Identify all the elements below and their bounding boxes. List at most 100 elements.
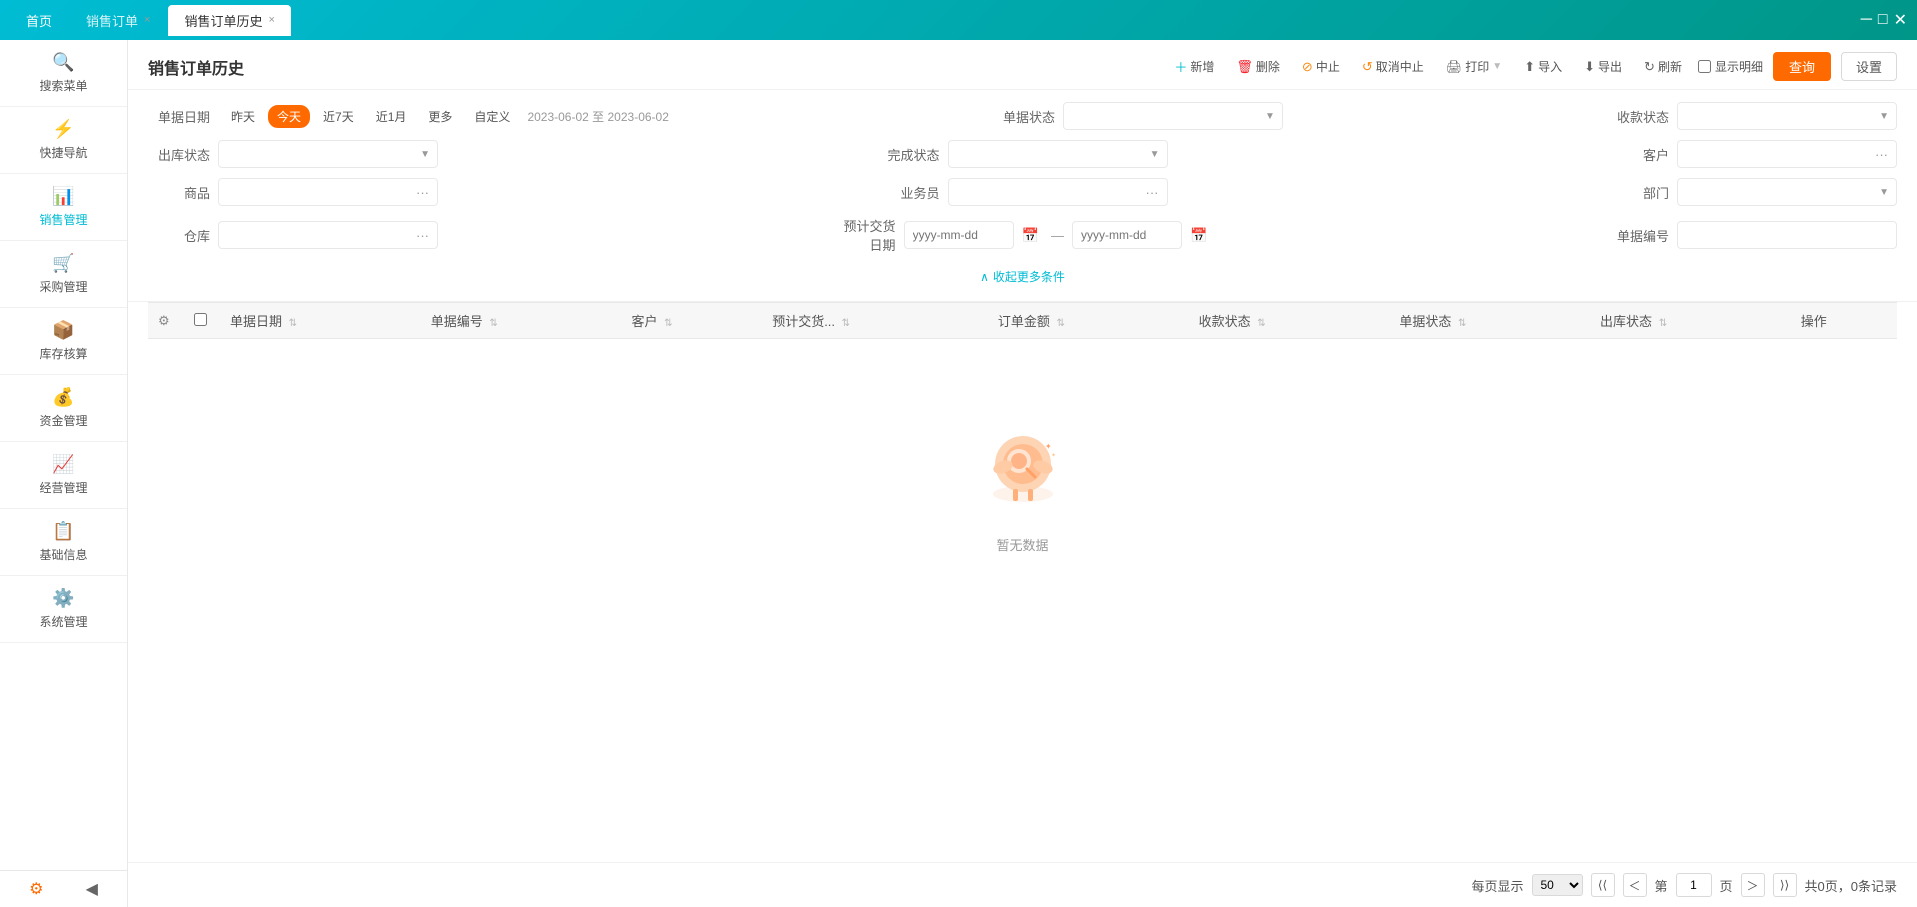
sidebar-collapse-icon[interactable]: ◀ bbox=[86, 879, 98, 899]
sidebar-item-inventory[interactable]: 📦 库存核算 bbox=[0, 308, 127, 375]
prev-page-btn[interactable]: ＜ bbox=[1623, 873, 1647, 897]
sidebar-item-sales-mgmt[interactable]: 📊 销售管理 bbox=[0, 174, 127, 241]
window-controls: ─ □ ✕ bbox=[1861, 10, 1907, 30]
warehouse-dots-icon[interactable]: ··· bbox=[416, 228, 429, 243]
cancel-stop-icon: ↺ bbox=[1362, 59, 1373, 75]
next-page-btn[interactable]: ＞ bbox=[1741, 873, 1765, 897]
last-page-btn[interactable]: ⟩⟩ bbox=[1773, 873, 1797, 897]
sidebar: 🔍 搜索菜单 ⚡ 快捷导航 📊 销售管理 🛒 采购管理 📦 库存核算 💰 资金管… bbox=[0, 40, 128, 907]
empty-state: ✦ ✦ 暂无数据 bbox=[148, 339, 1897, 634]
svg-text:✦: ✦ bbox=[1051, 452, 1056, 459]
inventory-icon: 📦 bbox=[52, 320, 74, 341]
expected-delivery-to-input[interactable] bbox=[1072, 221, 1182, 249]
payment-status-select[interactable] bbox=[1677, 102, 1897, 130]
tab-sales-order-history-close[interactable]: × bbox=[268, 14, 274, 26]
purchase-mgmt-icon: 🛒 bbox=[52, 253, 74, 274]
query-button[interactable]: 查询 bbox=[1773, 52, 1831, 81]
cancel-stop-label: 取消中止 bbox=[1376, 58, 1424, 75]
table-area: ⚙ 单据日期 ⇅ 单据编号 ⇅ bbox=[128, 302, 1917, 862]
page-number-input[interactable] bbox=[1676, 873, 1712, 897]
table-settings-icon[interactable]: ⚙ bbox=[158, 313, 170, 328]
select-all-checkbox[interactable] bbox=[194, 313, 207, 326]
sidebar-item-purchase-mgmt[interactable]: 🛒 采购管理 bbox=[0, 241, 127, 308]
sidebar-item-operations[interactable]: 📈 经营管理 bbox=[0, 442, 127, 509]
minimize-icon[interactable]: ─ bbox=[1861, 11, 1872, 29]
today-btn[interactable]: 今天 bbox=[268, 105, 310, 128]
sidebar-item-system[interactable]: ⚙️ 系统管理 bbox=[0, 576, 127, 643]
complete-status-select[interactable] bbox=[948, 140, 1168, 168]
salesperson-dots-icon[interactable]: ··· bbox=[1146, 185, 1159, 200]
page-suffix: 页 bbox=[1720, 876, 1733, 895]
close-icon[interactable]: ✕ bbox=[1894, 10, 1907, 30]
export-button[interactable]: ⬇ 导出 bbox=[1578, 54, 1628, 79]
doc-status-select[interactable] bbox=[1063, 102, 1283, 130]
out-status-select[interactable] bbox=[218, 140, 438, 168]
col-payment-status-sort-icon: ⇅ bbox=[1257, 318, 1265, 329]
sidebar-item-search-menu[interactable]: 🔍 搜索菜单 bbox=[0, 40, 127, 107]
last1month-btn[interactable]: 近1月 bbox=[367, 105, 416, 128]
refresh-label: 刷新 bbox=[1658, 58, 1682, 75]
pagination: 每页显示 50 20 100 ⟨⟨ ＜ 第 页 ＞ ⟩⟩ 共0页，0条记录 bbox=[128, 862, 1917, 907]
col-expected-delivery[interactable]: 预计交货... ⇅ bbox=[762, 303, 988, 339]
settings-button[interactable]: 设置 bbox=[1841, 52, 1897, 81]
more-btn[interactable]: 更多 bbox=[419, 105, 461, 128]
col-out-status-sort-icon: ⇅ bbox=[1659, 318, 1667, 329]
collapse-more-button[interactable]: ∧ 收起更多条件 bbox=[148, 264, 1897, 289]
customer-input-wrapper: ··· bbox=[1677, 140, 1897, 168]
col-customer[interactable]: 客户 ⇅ bbox=[621, 303, 762, 339]
tab-home[interactable]: 首页 bbox=[10, 5, 68, 36]
warehouse-input[interactable] bbox=[227, 228, 416, 242]
refresh-button[interactable]: ↻ 刷新 bbox=[1638, 54, 1688, 79]
customer-input[interactable] bbox=[1686, 147, 1875, 161]
product-dots-icon[interactable]: ··· bbox=[416, 185, 429, 200]
delete-button[interactable]: 🗑 删除 bbox=[1230, 54, 1286, 79]
custom-btn[interactable]: 自定义 bbox=[465, 105, 519, 128]
department-label: 部门 bbox=[1607, 183, 1677, 202]
print-button[interactable]: 🖨 打印 ▼ bbox=[1440, 54, 1508, 79]
customer-dots-icon[interactable]: ··· bbox=[1875, 147, 1888, 162]
delivery-to-calendar-icon[interactable]: 📅 bbox=[1186, 227, 1211, 244]
sales-mgmt-icon: 📊 bbox=[52, 186, 74, 207]
page-header: 销售订单历史 ＋ 新增 🗑 删除 ⊘ 中止 ↺ 取消中止 bbox=[128, 40, 1917, 90]
tab-sales-order-label: 销售订单 bbox=[86, 11, 138, 30]
top-bar: 首页 销售订单 × 销售订单历史 × ─ □ ✕ bbox=[0, 0, 1917, 40]
first-page-btn[interactable]: ⟨⟨ bbox=[1591, 873, 1615, 897]
sidebar-item-finance[interactable]: 💰 资金管理 bbox=[0, 375, 127, 442]
doc-number-input[interactable] bbox=[1677, 221, 1897, 249]
col-doc-number[interactable]: 单据编号 ⇅ bbox=[421, 303, 622, 339]
col-order-amount[interactable]: 订单金额 ⇅ bbox=[988, 303, 1189, 339]
expected-delivery-from-input[interactable] bbox=[904, 221, 1014, 249]
yesterday-btn[interactable]: 昨天 bbox=[222, 105, 264, 128]
sidebar-settings-icon[interactable]: ⚙ bbox=[29, 879, 43, 899]
display-toggle-checkbox[interactable] bbox=[1698, 60, 1711, 73]
cancel-stop-button[interactable]: ↺ 取消中止 bbox=[1356, 54, 1430, 79]
per-page-select[interactable]: 50 20 100 bbox=[1532, 874, 1583, 896]
sidebar-item-quick-nav[interactable]: ⚡ 快捷导航 bbox=[0, 107, 127, 174]
date-range-start: 2023-06-02 bbox=[527, 110, 588, 124]
col-doc-status[interactable]: 单据状态 ⇅ bbox=[1389, 303, 1590, 339]
last7days-btn[interactable]: 近7天 bbox=[314, 105, 363, 128]
delivery-from-calendar-icon[interactable]: 📅 bbox=[1018, 227, 1043, 244]
department-select[interactable] bbox=[1677, 178, 1897, 206]
toolbar: ＋ 新增 🗑 删除 ⊘ 中止 ↺ 取消中止 🖨 打印 bbox=[1168, 52, 1897, 81]
maximize-icon[interactable]: □ bbox=[1878, 11, 1888, 29]
sidebar-item-basic-info[interactable]: 📋 基础信息 bbox=[0, 509, 127, 576]
add-button[interactable]: ＋ 新增 bbox=[1168, 53, 1220, 80]
col-out-status[interactable]: 出库状态 ⇅ bbox=[1590, 303, 1791, 339]
page-title: 销售订单历史 bbox=[148, 55, 244, 79]
tab-sales-order-close[interactable]: × bbox=[144, 14, 150, 26]
empty-state-illustration: ✦ ✦ bbox=[973, 419, 1073, 519]
col-doc-date[interactable]: 单据日期 ⇅ bbox=[220, 303, 421, 339]
empty-state-text: 暂无数据 bbox=[996, 535, 1048, 554]
operations-icon: 📈 bbox=[52, 454, 74, 475]
warehouse-input-wrapper: ··· bbox=[218, 221, 438, 249]
col-payment-status[interactable]: 收款状态 ⇅ bbox=[1189, 303, 1390, 339]
salesperson-input[interactable] bbox=[957, 185, 1146, 199]
import-button[interactable]: ⬆ 导入 bbox=[1518, 54, 1568, 79]
product-input[interactable] bbox=[227, 185, 416, 199]
collapse-more-label: 收起更多条件 bbox=[993, 268, 1065, 285]
tab-sales-order-history[interactable]: 销售订单历史 × bbox=[168, 5, 290, 36]
stop-button[interactable]: ⊘ 中止 bbox=[1296, 54, 1346, 79]
tab-sales-order[interactable]: 销售订单 × bbox=[70, 5, 166, 36]
finance-icon: 💰 bbox=[52, 387, 74, 408]
